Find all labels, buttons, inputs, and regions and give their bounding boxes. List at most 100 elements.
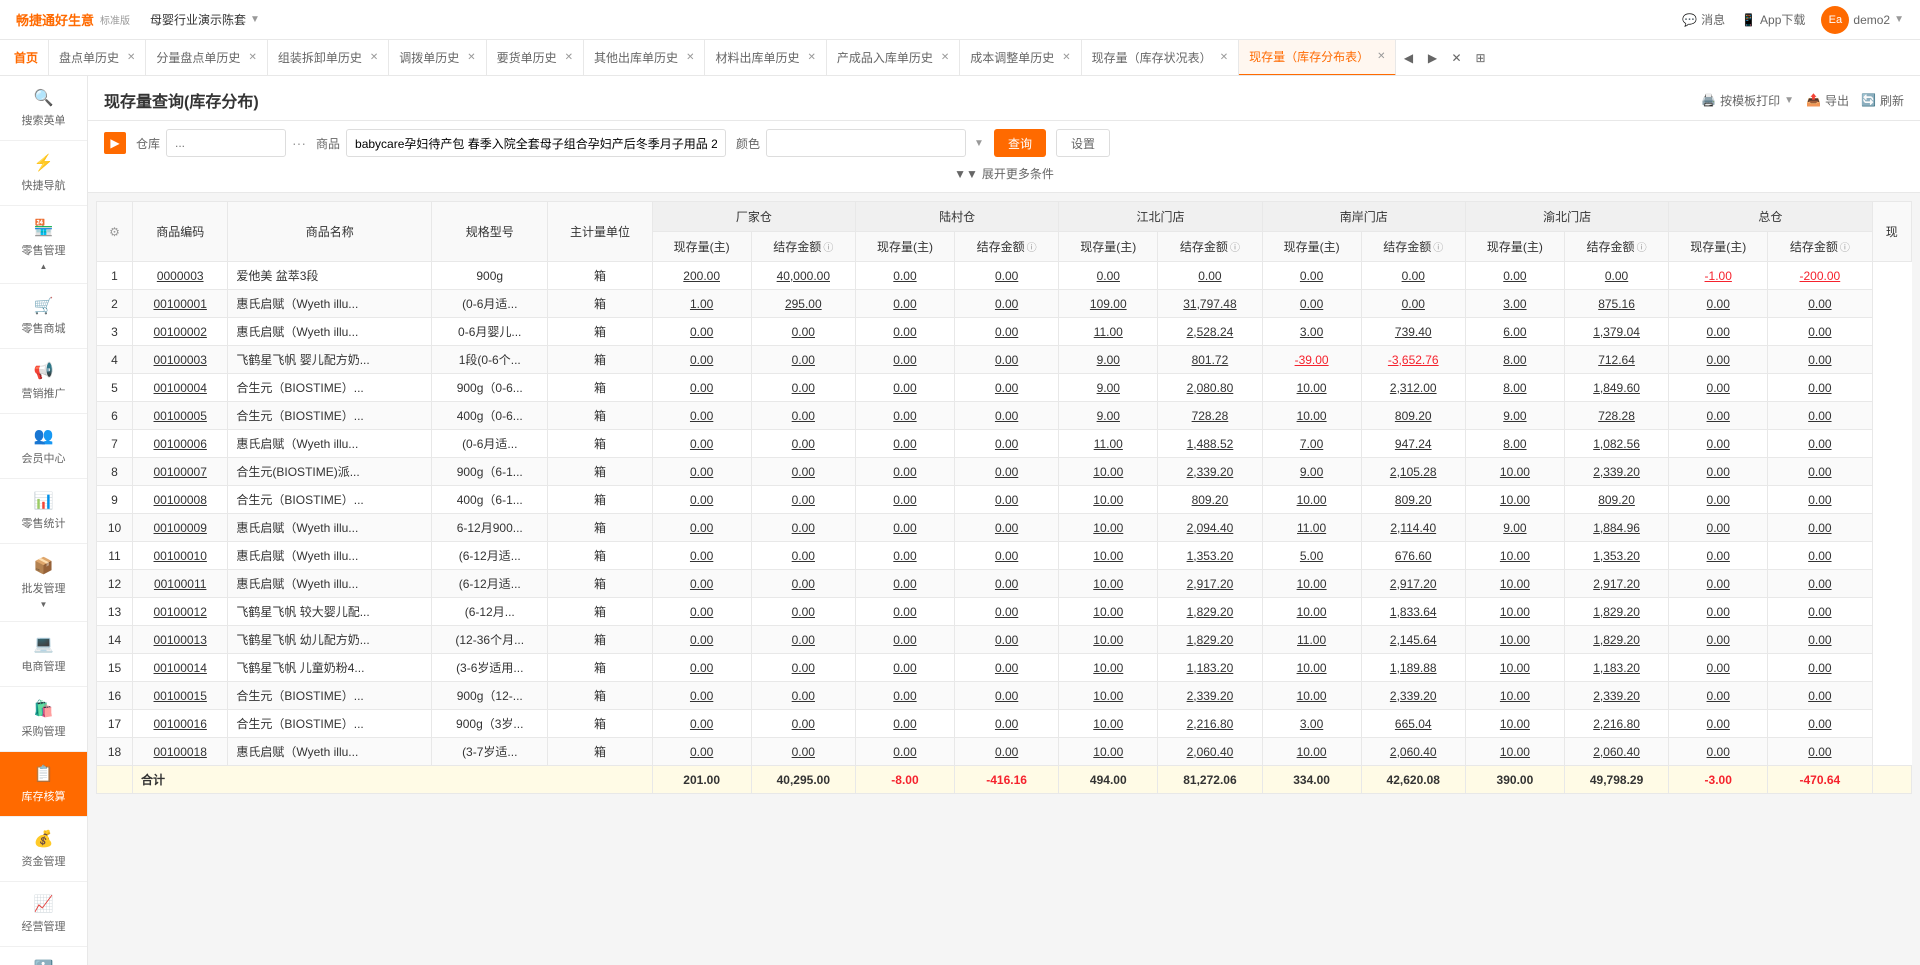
print-btn[interactable]: 🖨️ 按模板打印 ▼ xyxy=(1701,92,1794,109)
tab-8-close[interactable]: ✕ xyxy=(941,52,949,63)
tab-8[interactable]: 产成品入库单历史 ✕ xyxy=(827,40,960,76)
cell-data-10[interactable]: 0.00 xyxy=(1669,346,1768,374)
cell-data-1[interactable]: 0.00 xyxy=(751,514,855,542)
cell-data-6[interactable]: 11.00 xyxy=(1262,626,1361,654)
cell-data-2[interactable]: 0.00 xyxy=(856,290,955,318)
cell-data-1[interactable]: 0.00 xyxy=(751,374,855,402)
cell-data-4[interactable]: 10.00 xyxy=(1059,486,1158,514)
sidebar-item-member[interactable]: 👥 会员中心 xyxy=(0,414,87,479)
tab-9[interactable]: 成本调整单历史 ✕ xyxy=(960,40,1081,76)
tab-next-btn[interactable]: ▶ xyxy=(1420,40,1444,76)
cell-data-7[interactable]: 2,145.64 xyxy=(1361,626,1465,654)
cell-data-5[interactable]: 1,488.52 xyxy=(1158,430,1262,458)
cell-data-5[interactable]: 2,216.80 xyxy=(1158,710,1262,738)
cell-data-3[interactable]: 0.00 xyxy=(954,682,1058,710)
cell-data-11[interactable]: 0.00 xyxy=(1768,598,1872,626)
cell-data-10[interactable]: 0.00 xyxy=(1669,318,1768,346)
cell-data-2[interactable]: 0.00 xyxy=(856,654,955,682)
settings-btn[interactable]: 设置 xyxy=(1056,129,1110,157)
cell-data-9[interactable]: 2,216.80 xyxy=(1564,710,1668,738)
cell-data-6[interactable]: 0.00 xyxy=(1262,262,1361,290)
cell-data-7[interactable]: 809.20 xyxy=(1361,486,1465,514)
cell-code[interactable]: 00100018 xyxy=(133,738,228,766)
cell-data-0[interactable]: 0.00 xyxy=(652,654,751,682)
cell-data-11[interactable]: 0.00 xyxy=(1768,430,1872,458)
cell-data-10[interactable]: 0.00 xyxy=(1669,402,1768,430)
cell-data-0[interactable]: 0.00 xyxy=(652,570,751,598)
cell-data-0[interactable]: 0.00 xyxy=(652,374,751,402)
cell-code[interactable]: 00100009 xyxy=(133,514,228,542)
tab-5[interactable]: 要货单历史 ✕ xyxy=(487,40,584,76)
cell-code[interactable]: 00100001 xyxy=(133,290,228,318)
cell-data-5[interactable]: 1,353.20 xyxy=(1158,542,1262,570)
cell-data-5[interactable]: 2,917.20 xyxy=(1158,570,1262,598)
cell-data-5[interactable]: 2,094.40 xyxy=(1158,514,1262,542)
cell-data-3[interactable]: 0.00 xyxy=(954,402,1058,430)
cell-data-7[interactable]: 2,114.40 xyxy=(1361,514,1465,542)
tab-11-close[interactable]: ✕ xyxy=(1377,51,1385,62)
cell-data-1[interactable]: 0.00 xyxy=(751,738,855,766)
sidebar-item-wholesale[interactable]: 📦 批发管理 ▼ xyxy=(0,544,87,622)
cell-data-0[interactable]: 0.00 xyxy=(652,346,751,374)
cell-data-11[interactable]: 0.00 xyxy=(1768,514,1872,542)
cell-data-5[interactable]: 0.00 xyxy=(1158,262,1262,290)
cell-data-11[interactable]: 0.00 xyxy=(1768,374,1872,402)
cell-data-4[interactable]: 11.00 xyxy=(1059,430,1158,458)
cell-data-1[interactable]: 0.00 xyxy=(751,626,855,654)
cell-data-8[interactable]: 9.00 xyxy=(1465,402,1564,430)
cell-data-1[interactable]: 0.00 xyxy=(751,318,855,346)
cell-data-3[interactable]: 0.00 xyxy=(954,738,1058,766)
tab-5-close[interactable]: ✕ xyxy=(565,52,573,63)
cell-data-5[interactable]: 1,183.20 xyxy=(1158,654,1262,682)
cell-data-0[interactable]: 1.00 xyxy=(652,290,751,318)
tab-menu-btn[interactable]: ⊞ xyxy=(1468,40,1492,76)
cell-data-6[interactable]: 10.00 xyxy=(1262,486,1361,514)
cell-data-7[interactable]: 0.00 xyxy=(1361,290,1465,318)
tab-close-all-btn[interactable]: ✕ xyxy=(1444,40,1468,76)
cell-code[interactable]: 00100004 xyxy=(133,374,228,402)
cell-data-5[interactable]: 728.28 xyxy=(1158,402,1262,430)
tab-4[interactable]: 调拨单历史 ✕ xyxy=(389,40,486,76)
cell-data-5[interactable]: 1,829.20 xyxy=(1158,598,1262,626)
cell-data-0[interactable]: 0.00 xyxy=(652,626,751,654)
warehouse-input[interactable] xyxy=(166,129,286,157)
sidebar-item-basic-info[interactable]: ℹ️ 基础信息 xyxy=(0,947,87,965)
cell-data-1[interactable]: 0.00 xyxy=(751,710,855,738)
cell-data-3[interactable]: 0.00 xyxy=(954,458,1058,486)
cell-data-5[interactable]: 2,080.80 xyxy=(1158,374,1262,402)
cell-data-6[interactable]: 10.00 xyxy=(1262,402,1361,430)
refresh-btn[interactable]: 🔄 刷新 xyxy=(1861,92,1904,109)
cell-code[interactable]: 00100007 xyxy=(133,458,228,486)
cell-data-8[interactable]: 10.00 xyxy=(1465,682,1564,710)
tab-3[interactable]: 组装拆卸单历史 ✕ xyxy=(268,40,389,76)
cell-data-11[interactable]: 0.00 xyxy=(1768,542,1872,570)
cell-data-8[interactable]: 10.00 xyxy=(1465,486,1564,514)
filter-toggle-btn[interactable]: ▶ xyxy=(104,132,126,154)
cell-data-5[interactable]: 31,797.48 xyxy=(1158,290,1262,318)
cell-data-7[interactable]: 809.20 xyxy=(1361,402,1465,430)
cell-data-6[interactable]: 5.00 xyxy=(1262,542,1361,570)
tab-2-close[interactable]: ✕ xyxy=(248,52,256,63)
cell-data-6[interactable]: 10.00 xyxy=(1262,738,1361,766)
cell-data-8[interactable]: 9.00 xyxy=(1465,514,1564,542)
cell-data-9[interactable]: 1,829.20 xyxy=(1564,598,1668,626)
cell-data-4[interactable]: 9.00 xyxy=(1059,346,1158,374)
cell-data-0[interactable]: 0.00 xyxy=(652,710,751,738)
app-download-btn[interactable]: 📱 App下载 xyxy=(1741,11,1805,28)
cell-data-10[interactable]: 0.00 xyxy=(1669,570,1768,598)
cell-data-10[interactable]: 0.00 xyxy=(1669,458,1768,486)
industry-selector[interactable]: 母婴行业演示陈套 ▼ xyxy=(138,11,260,28)
cell-data-8[interactable]: 10.00 xyxy=(1465,626,1564,654)
lucun-amt-info-icon[interactable]: ⓘ xyxy=(1027,243,1037,254)
cell-data-5[interactable]: 1,829.20 xyxy=(1158,626,1262,654)
cell-data-11[interactable]: 0.00 xyxy=(1768,318,1872,346)
cell-data-3[interactable]: 0.00 xyxy=(954,542,1058,570)
cell-code[interactable]: 0000003 xyxy=(133,262,228,290)
cell-data-0[interactable]: 0.00 xyxy=(652,738,751,766)
cell-code[interactable]: 00100010 xyxy=(133,542,228,570)
cell-data-0[interactable]: 0.00 xyxy=(652,514,751,542)
cell-code[interactable]: 00100013 xyxy=(133,626,228,654)
tab-2[interactable]: 分量盘点单历史 ✕ xyxy=(146,40,267,76)
cell-data-9[interactable]: 1,379.04 xyxy=(1564,318,1668,346)
cell-data-11[interactable]: 0.00 xyxy=(1768,290,1872,318)
